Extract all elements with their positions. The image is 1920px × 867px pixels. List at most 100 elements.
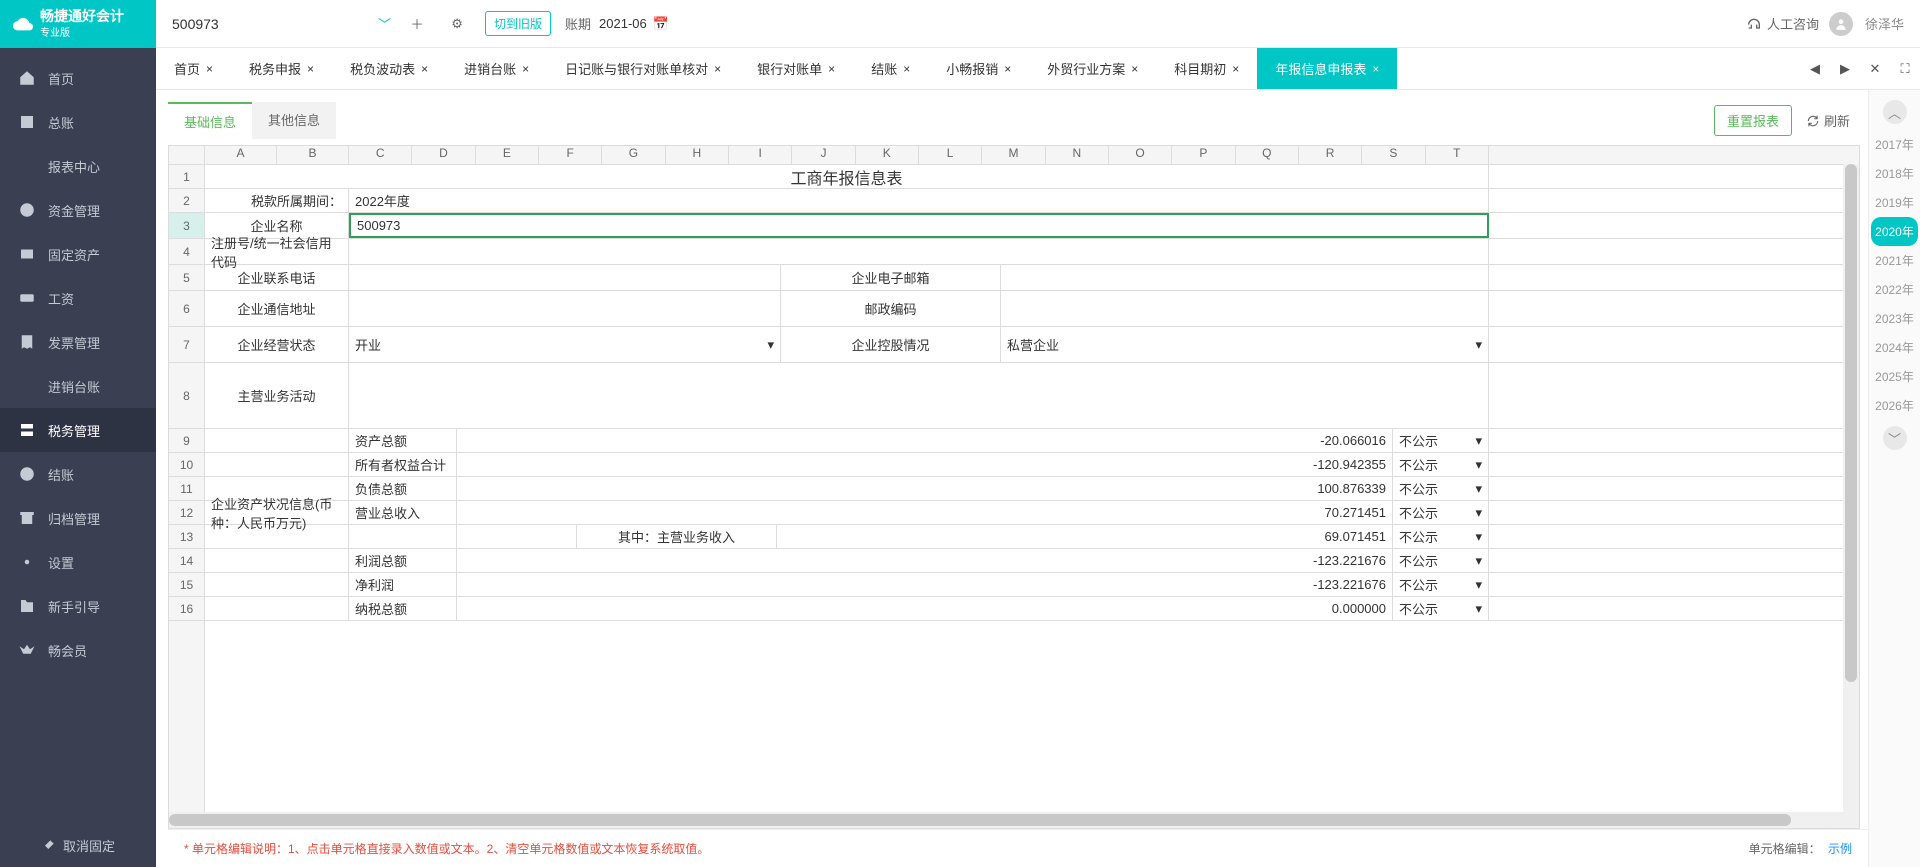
year-2021年[interactable]: 2021年 bbox=[1871, 246, 1918, 275]
row-header-9[interactable]: 9 bbox=[169, 429, 204, 453]
chevron-down-icon[interactable]: ▾ bbox=[1475, 457, 1482, 473]
val-fin[interactable]: -123.221676 bbox=[457, 549, 1393, 572]
tab-close-icon[interactable]: × bbox=[828, 62, 835, 76]
val-fin[interactable]: -20.066016 bbox=[457, 429, 1393, 452]
tab-3[interactable]: 进销台账× bbox=[446, 48, 547, 89]
chevron-down-icon[interactable]: ▾ bbox=[1475, 601, 1482, 617]
row-header-4[interactable]: 4 bbox=[169, 239, 204, 265]
nav-settings[interactable]: 设置 bbox=[0, 540, 156, 584]
val-phone[interactable] bbox=[349, 265, 781, 290]
year-2020年[interactable]: 2020年 bbox=[1871, 217, 1918, 246]
val-reg-code[interactable] bbox=[349, 239, 1489, 264]
col-header-L[interactable]: L bbox=[919, 146, 982, 164]
chevron-down-icon[interactable]: ▾ bbox=[1475, 481, 1482, 497]
nav-tax[interactable]: 税务管理 bbox=[0, 408, 156, 452]
tab-5[interactable]: 银行对账单× bbox=[739, 48, 853, 89]
settings-icon[interactable]: ⚙ bbox=[443, 10, 471, 38]
row-header-6[interactable]: 6 bbox=[169, 291, 204, 327]
tab-close-icon[interactable]: × bbox=[421, 62, 428, 76]
nav-salary[interactable]: 工资 bbox=[0, 276, 156, 320]
disclosure-select[interactable]: 不公示▾ bbox=[1393, 453, 1489, 476]
refresh-button[interactable]: 刷新 bbox=[1806, 111, 1850, 130]
tabs-close-all[interactable]: ✕ bbox=[1860, 54, 1890, 84]
val-main-activity[interactable] bbox=[349, 363, 1489, 428]
val-fin[interactable]: -120.942355 bbox=[457, 453, 1393, 476]
tabs-prev[interactable]: ◀ bbox=[1800, 54, 1830, 84]
val-holding[interactable]: 私营企业▾ bbox=[1001, 327, 1489, 362]
old-version-button[interactable]: 切到旧版 bbox=[485, 11, 551, 36]
col-header-A[interactable]: A bbox=[205, 146, 277, 164]
col-header-I[interactable]: I bbox=[729, 146, 792, 164]
col-header-P[interactable]: P bbox=[1172, 146, 1235, 164]
col-header-T[interactable]: T bbox=[1426, 146, 1489, 164]
chevron-down-icon[interactable]: ▾ bbox=[1475, 529, 1482, 545]
col-header-O[interactable]: O bbox=[1109, 146, 1172, 164]
disclosure-select[interactable]: 不公示▾ bbox=[1393, 549, 1489, 572]
year-2025年[interactable]: 2025年 bbox=[1871, 362, 1918, 391]
val-fin[interactable]: 70.271451 bbox=[457, 501, 1393, 524]
hscroll-thumb[interactable] bbox=[169, 814, 1791, 826]
chevron-down-icon[interactable]: ▾ bbox=[1475, 433, 1482, 449]
year-2018年[interactable]: 2018年 bbox=[1871, 159, 1918, 188]
vscroll-thumb[interactable] bbox=[1845, 164, 1857, 682]
col-header-M[interactable]: M bbox=[982, 146, 1045, 164]
row-header-7[interactable]: 7 bbox=[169, 327, 204, 363]
disclosure-select[interactable]: 不公示▾ bbox=[1393, 597, 1489, 620]
val-fin[interactable]: 100.876339 bbox=[457, 477, 1393, 500]
year-down[interactable]: ﹀ bbox=[1883, 426, 1907, 450]
horizontal-scrollbar[interactable] bbox=[169, 812, 1859, 828]
col-header-N[interactable]: N bbox=[1046, 146, 1109, 164]
disclosure-select[interactable]: 不公示▾ bbox=[1393, 477, 1489, 500]
col-header-D[interactable]: D bbox=[412, 146, 475, 164]
input-company-name[interactable]: 500973 bbox=[349, 213, 1489, 238]
col-header-R[interactable]: R bbox=[1299, 146, 1362, 164]
chevron-down-icon[interactable]: ▾ bbox=[1475, 337, 1482, 353]
vertical-scrollbar[interactable] bbox=[1843, 164, 1859, 812]
nav-close-book[interactable]: 结账 bbox=[0, 452, 156, 496]
col-header-Q[interactable]: Q bbox=[1236, 146, 1299, 164]
tab-0[interactable]: 首页× bbox=[156, 48, 231, 89]
row-header-5[interactable]: 5 bbox=[169, 265, 204, 291]
val-fin[interactable]: 0.000000 bbox=[457, 597, 1393, 620]
row-header-15[interactable]: 15 bbox=[169, 573, 204, 597]
year-up[interactable]: ︿ bbox=[1883, 100, 1907, 124]
nav-vip[interactable]: 畅会员 bbox=[0, 628, 156, 672]
tab-close-icon[interactable]: × bbox=[714, 62, 721, 76]
nav-home[interactable]: 首页 bbox=[0, 56, 156, 100]
unpin-button[interactable]: 取消固定 bbox=[0, 823, 156, 867]
row-header-2[interactable]: 2 bbox=[169, 189, 204, 213]
row-header-14[interactable]: 14 bbox=[169, 549, 204, 573]
val-biz-status[interactable]: 开业▾ bbox=[349, 327, 781, 362]
add-button[interactable]: ＋ bbox=[403, 10, 431, 38]
year-2022年[interactable]: 2022年 bbox=[1871, 275, 1918, 304]
chevron-down-icon[interactable]: ▾ bbox=[1475, 577, 1482, 593]
row-header-12[interactable]: 12 bbox=[169, 501, 204, 525]
nav-report[interactable]: 报表中心 bbox=[0, 144, 156, 188]
chevron-down-icon[interactable]: ▾ bbox=[767, 337, 774, 353]
disclosure-select[interactable]: 不公示▾ bbox=[1393, 429, 1489, 452]
row-header-16[interactable]: 16 bbox=[169, 597, 204, 621]
nav-ledger[interactable]: 总账 bbox=[0, 100, 156, 144]
tab-close-icon[interactable]: × bbox=[1131, 62, 1138, 76]
footer-example-link[interactable]: 示例 bbox=[1828, 842, 1852, 856]
chevron-down-icon[interactable]: ▾ bbox=[1475, 505, 1482, 521]
row-header-1[interactable]: 1 bbox=[169, 165, 204, 189]
consult-button[interactable]: 人工咨询 bbox=[1746, 14, 1819, 33]
col-header-J[interactable]: J bbox=[792, 146, 855, 164]
info-tab-other[interactable]: 其他信息 bbox=[252, 102, 336, 139]
chevron-down-icon[interactable]: ▾ bbox=[1475, 553, 1482, 569]
year-2026年[interactable]: 2026年 bbox=[1871, 391, 1918, 420]
col-header-S[interactable]: S bbox=[1362, 146, 1425, 164]
nav-funds[interactable]: 资金管理 bbox=[0, 188, 156, 232]
year-2019年[interactable]: 2019年 bbox=[1871, 188, 1918, 217]
tab-9[interactable]: 科目期初× bbox=[1156, 48, 1257, 89]
row-header-11[interactable]: 11 bbox=[169, 477, 204, 501]
nav-inout[interactable]: 进销台账 bbox=[0, 364, 156, 408]
tab-close-icon[interactable]: × bbox=[1232, 62, 1239, 76]
year-2023年[interactable]: 2023年 bbox=[1871, 304, 1918, 333]
tab-8[interactable]: 外贸行业方案× bbox=[1029, 48, 1156, 89]
val-address[interactable] bbox=[349, 291, 781, 326]
col-header-C[interactable]: C bbox=[349, 146, 412, 164]
fullscreen-icon[interactable]: ⛶ bbox=[1890, 54, 1920, 84]
year-2017年[interactable]: 2017年 bbox=[1871, 130, 1918, 159]
